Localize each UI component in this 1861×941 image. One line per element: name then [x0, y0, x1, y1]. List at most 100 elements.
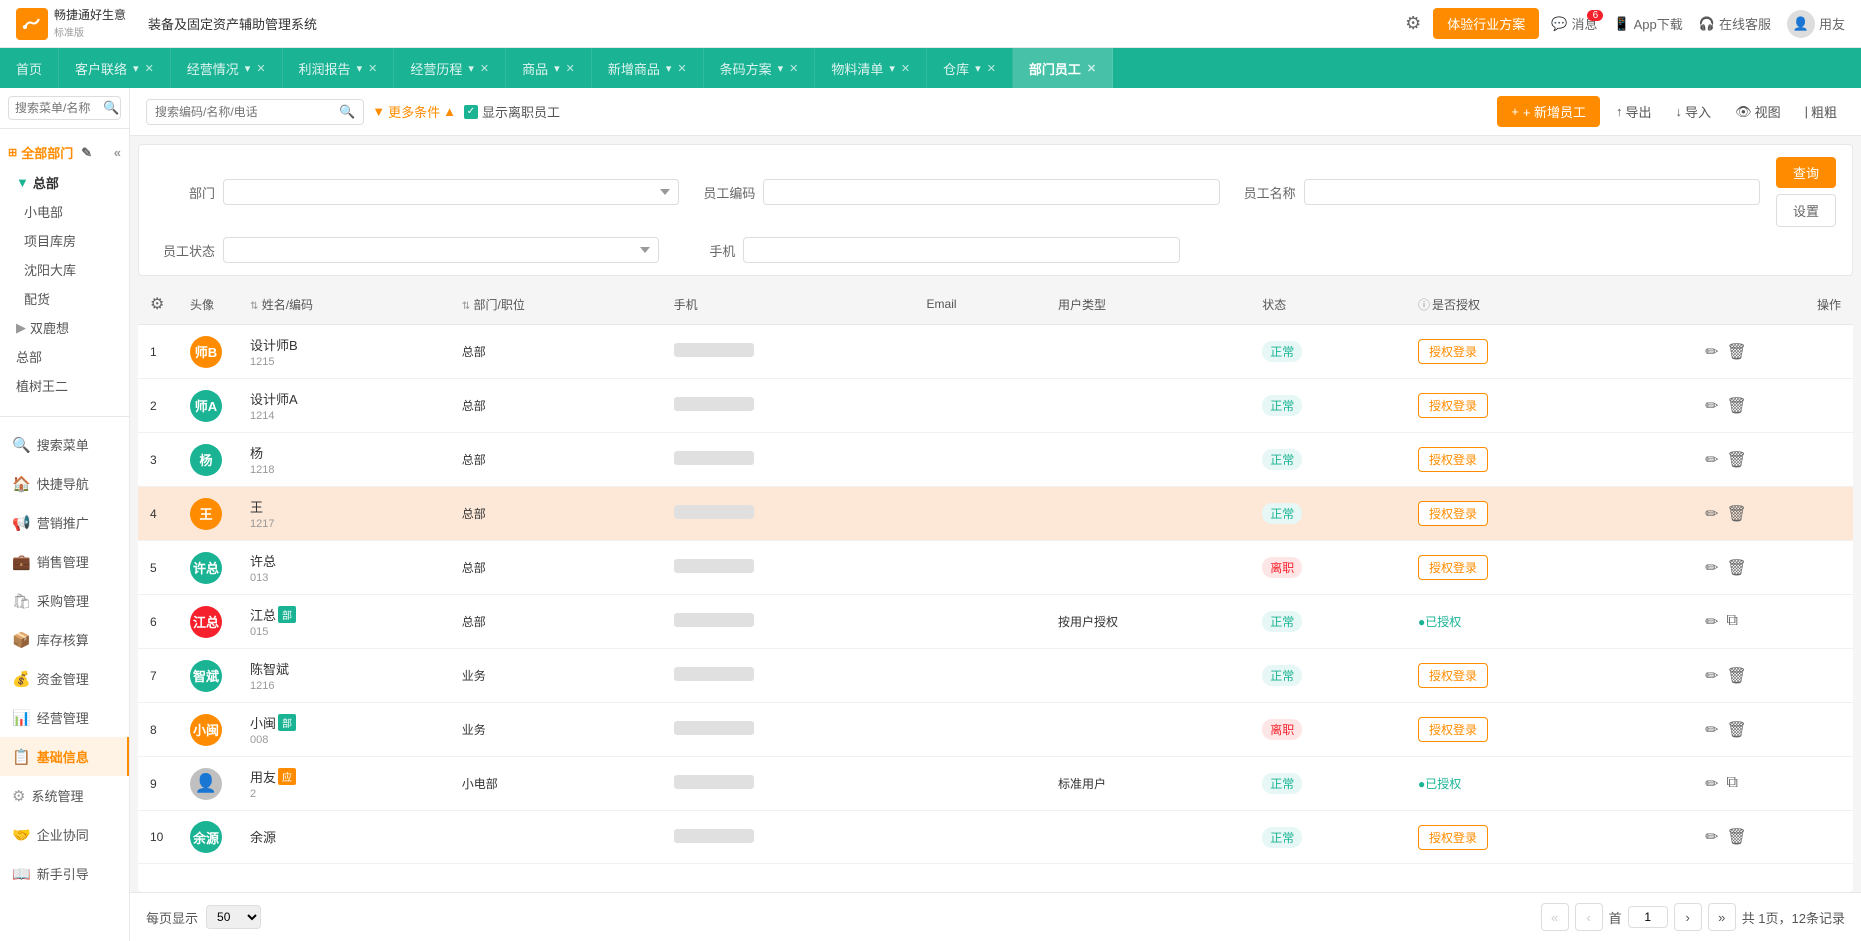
sidebar-item-sales[interactable]: 💼 销售管理 — [0, 542, 129, 581]
edit-icon[interactable]: ✏ — [1705, 450, 1718, 470]
settings-btn[interactable]: ⚙ — [1405, 13, 1421, 34]
auth-login-button[interactable]: 授权登录 — [1418, 717, 1488, 742]
sidebar-item-cooperation[interactable]: 🤝 企业协同 — [0, 815, 129, 854]
edit-icon[interactable]: ✏ — [1705, 612, 1718, 632]
auth-login-button[interactable]: 授权登录 — [1418, 447, 1488, 472]
delete-icon[interactable]: 🗑 — [1726, 666, 1746, 686]
tab-customer[interactable]: 客户联络▾✕ — [59, 48, 171, 88]
dept-select[interactable] — [223, 179, 679, 205]
resigned-checkbox[interactable]: ✓ — [464, 105, 478, 119]
auth-login-button[interactable]: 授权登录 — [1418, 501, 1488, 526]
emp-code-input[interactable] — [763, 179, 1219, 205]
next-page-button[interactable]: › — [1674, 903, 1702, 931]
sidebar-item-quick-nav[interactable]: 🏠 快捷导航 — [0, 464, 129, 503]
close-icon[interactable]: ✕ — [145, 62, 154, 75]
user-button[interactable]: 👤 用友 — [1787, 10, 1845, 38]
dept-item-xiaodibu[interactable]: 小电部 — [8, 197, 129, 226]
close-icon[interactable]: ✕ — [480, 62, 489, 75]
dept-item-peihuo[interactable]: 配货 — [8, 284, 129, 313]
dept-item-zongbu[interactable]: ▼ 总部 — [0, 168, 129, 197]
dept-item-shuanglu[interactable]: ▶ 双鹿想 — [0, 313, 129, 342]
collapse-icon[interactable]: « — [114, 145, 121, 160]
close-icon[interactable]: ✕ — [677, 62, 686, 75]
auth-login-button[interactable]: 授权登录 — [1418, 825, 1488, 850]
prev-page-button[interactable]: ‹ — [1575, 903, 1603, 931]
sidebar-item-basic-info[interactable]: 📋 基础信息 — [0, 737, 129, 776]
delete-icon[interactable]: 🗑 — [1726, 450, 1746, 470]
close-icon[interactable]: ✕ — [566, 62, 575, 75]
sidebar-item-operations[interactable]: 📊 经营管理 — [0, 698, 129, 737]
edit-icon[interactable]: ✏ — [1705, 396, 1718, 416]
dept-item-xiangmukufang[interactable]: 项目库房 — [8, 226, 129, 255]
delete-icon[interactable]: 🗑 — [1726, 827, 1746, 847]
more-conditions-button[interactable]: ▼ 更多条件 ▲ — [372, 102, 456, 121]
tab-bom[interactable]: 物料清单▾✕ — [815, 48, 927, 88]
tab-barcode[interactable]: 条码方案▾✕ — [704, 48, 816, 88]
import-button[interactable]: ↓ 导入 — [1668, 98, 1720, 125]
sidebar-item-marketing[interactable]: 📢 营销推广 — [0, 503, 129, 542]
tab-profit[interactable]: 利润报告▾✕ — [283, 48, 395, 88]
copy-icon[interactable]: ⧉ — [1726, 612, 1737, 632]
online-service-button[interactable]: 🎧 在线客服 — [1699, 14, 1771, 33]
export-button[interactable]: ↑ 导出 — [1608, 98, 1660, 125]
phone-input[interactable] — [743, 237, 1179, 263]
edit-icon[interactable]: ✏ — [1705, 504, 1718, 524]
delete-icon[interactable]: 🗑 — [1726, 342, 1746, 362]
dept-item-zongbu2[interactable]: 总部 — [0, 342, 129, 371]
auth-login-button[interactable]: 授权登录 — [1418, 555, 1488, 580]
close-icon[interactable]: ✕ — [1087, 62, 1096, 75]
delete-icon[interactable]: 🗑 — [1726, 396, 1746, 416]
edit-dept-icon[interactable]: ✎ — [81, 145, 92, 161]
sidebar-item-inventory[interactable]: 📦 库存核算 — [0, 620, 129, 659]
more-button[interactable]: | 粗粗 — [1797, 98, 1845, 125]
delete-icon[interactable]: 🗑 — [1726, 504, 1746, 524]
page-number-input[interactable] — [1628, 906, 1668, 928]
delete-icon[interactable]: 🗑 — [1726, 558, 1746, 578]
edit-icon[interactable]: ✏ — [1705, 827, 1718, 847]
tab-new-product[interactable]: 新增商品▾✕ — [592, 48, 704, 88]
employee-search-input[interactable] — [155, 105, 335, 119]
message-button[interactable]: 💬 6 消息 — [1551, 14, 1597, 33]
dept-item-zhushuwang[interactable]: 植树王二 — [0, 371, 129, 400]
show-resigned-toggle[interactable]: ✓ 显示离职员工 — [464, 102, 560, 121]
first-page-button[interactable]: « — [1541, 903, 1569, 931]
copy-icon[interactable]: ⧉ — [1726, 774, 1737, 794]
sidebar-item-guide[interactable]: 📖 新手引导 — [0, 854, 129, 893]
sidebar-item-purchase[interactable]: 🛍 采购管理 — [0, 581, 129, 620]
emp-status-select[interactable] — [223, 237, 659, 263]
dept-item-shenyangdaku[interactable]: 沈阳大库 — [8, 255, 129, 284]
search-reset-button[interactable]: 设置 — [1776, 194, 1836, 227]
tab-journey[interactable]: 经营历程▾✕ — [394, 48, 506, 88]
last-page-button[interactable]: » — [1708, 903, 1736, 931]
close-icon[interactable]: ✕ — [901, 62, 910, 75]
edit-icon[interactable]: ✏ — [1705, 720, 1718, 740]
edit-icon[interactable]: ✏ — [1705, 342, 1718, 362]
table-settings-icon[interactable]: ⚙ — [150, 296, 164, 313]
trial-button[interactable]: 体验行业方案 — [1433, 8, 1539, 39]
close-icon[interactable]: ✕ — [987, 62, 996, 75]
delete-icon[interactable]: 🗑 — [1726, 720, 1746, 740]
auth-login-button[interactable]: 授权登录 — [1418, 339, 1488, 364]
edit-icon[interactable]: ✏ — [1705, 558, 1718, 578]
edit-icon[interactable]: ✏ — [1705, 666, 1718, 686]
sidebar-item-system[interactable]: ⚙ 系统管理 — [0, 776, 129, 815]
search-submit-button[interactable]: 查询 — [1776, 157, 1836, 188]
edit-icon[interactable]: ✏ — [1705, 774, 1718, 794]
app-download-button[interactable]: 📱 App下载 — [1613, 14, 1682, 33]
close-icon[interactable]: ✕ — [789, 62, 798, 75]
page-size-select[interactable]: 50 100 200 — [206, 905, 261, 929]
tab-products[interactable]: 商品▾✕ — [506, 48, 592, 88]
view-button[interactable]: 👁 视图 — [1727, 98, 1789, 125]
tab-warehouse[interactable]: 仓库▾✕ — [927, 48, 1013, 88]
tab-operations[interactable]: 经营情况▾✕ — [171, 48, 283, 88]
sidebar-item-search[interactable]: 🔍 搜索菜单 — [0, 425, 129, 464]
sort-icon[interactable]: ⇅ — [250, 301, 258, 312]
close-icon[interactable]: ✕ — [256, 62, 265, 75]
tab-department[interactable]: 部门员工✕ — [1013, 48, 1113, 88]
sort-icon[interactable]: ⇅ — [462, 301, 470, 312]
auth-login-button[interactable]: 授权登录 — [1418, 663, 1488, 688]
emp-name-input[interactable] — [1304, 179, 1760, 205]
tab-home[interactable]: 首页 — [0, 48, 59, 88]
auth-login-button[interactable]: 授权登录 — [1418, 393, 1488, 418]
add-employee-button[interactable]: + + 新增员工 — [1497, 96, 1600, 127]
